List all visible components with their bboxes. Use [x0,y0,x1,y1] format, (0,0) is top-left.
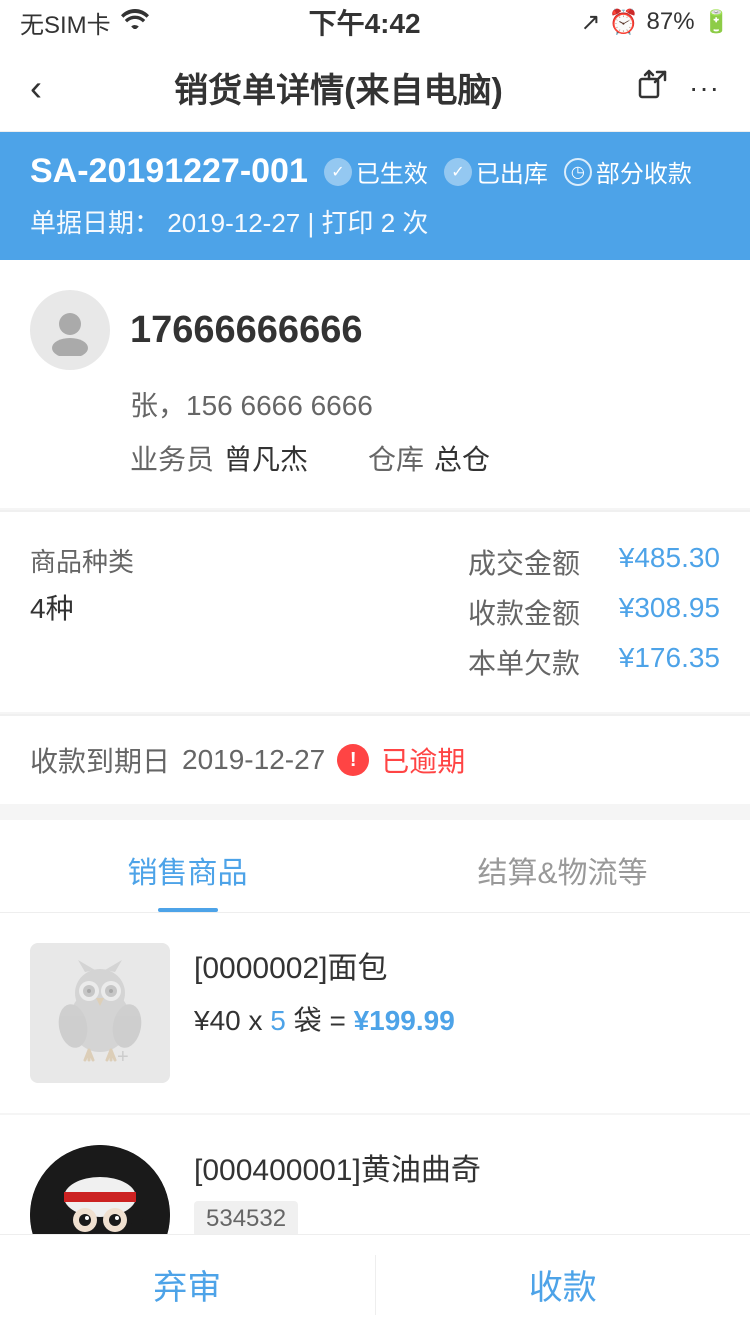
salesman-item: 业务员 曾凡杰 [130,438,308,478]
cancel-audit-button[interactable]: 弃审 [0,1235,375,1334]
wifi-icon [121,8,149,36]
check-icon-1: ✓ [324,158,352,186]
warehouse-label: 仓库 [368,438,424,478]
receipt-value: ¥308.95 [600,592,720,632]
svg-text:+: + [117,1046,129,1068]
more-icon[interactable]: ··· [689,72,720,104]
stats-right: 成交金额 ¥485.30 收款金额 ¥308.95 本单欠款 ¥176.35 [468,542,720,682]
order-banner: SA-20191227-001 ✓ 已生效 ✓ 已出库 ◷ 部分收款 单据日期：… [0,132,750,260]
clock-icon: ◷ [564,158,592,186]
carrier-text: 无SIM卡 [20,5,111,40]
battery-icon: 🔋 [703,9,730,35]
warehouse-value: 总仓 [434,438,490,478]
category-value: 4种 [30,587,134,627]
product-name-2: [000400001]黄油曲奇 [194,1145,720,1189]
tabs: 销售商品 结算&物流等 [0,820,750,913]
product-item-1: + [0000002]面包 ¥40 x 5 袋 = ¥199.99 [0,913,750,1113]
product-price-1: ¥40 x 5 袋 = ¥199.99 [194,999,720,1039]
due-date-label: 收款到期日 [30,740,170,780]
overdue-text: 已逾期 [381,740,465,780]
due-date-row: 收款到期日 2019-12-27 ! 已逾期 [0,716,750,804]
location-icon: ↗ [581,8,601,37]
debt-label: 本单欠款 [468,642,580,682]
price-total-1: ¥199.99 [354,1005,455,1036]
price-qty-1: 5 [270,1005,286,1036]
status-time: 下午4:42 [309,2,421,42]
customer-phone: 张，156 6666 6666 [30,384,720,424]
overdue-icon: ! [337,744,369,776]
product-info-1: [0000002]面包 ¥40 x 5 袋 = ¥199.99 [194,943,720,1039]
stats-card: 商品种类 4种 成交金额 ¥485.30 收款金额 ¥308.95 本单欠款 ¥… [0,512,750,712]
salesman-label: 业务员 [130,438,214,478]
battery-text: 87% [647,8,695,36]
customer-meta: 业务员 曾凡杰 仓库 总仓 [30,438,720,478]
order-date-row: 单据日期： 2019-12-27 | 打印 2 次 [30,203,720,240]
print-count: 2 [381,208,395,238]
stats-left: 商品种类 4种 [30,542,134,627]
status-left: 无SIM卡 [20,5,149,40]
nav-actions: ··· [635,67,720,109]
status-bar: 无SIM卡 下午4:42 ↗ ⏰ 87% 🔋 [0,0,750,44]
back-button[interactable]: ‹ [30,67,42,109]
bottom-bar: 弃审 收款 [0,1234,750,1334]
warehouse-item: 仓库 总仓 [368,438,490,478]
due-date-value: 2019-12-27 [182,744,325,776]
receipt-label: 收款金额 [468,592,580,632]
badge-partial-payment: ◷ 部分收款 [564,154,692,189]
order-date-value: 2019-12-27 [167,208,300,238]
alarm-icon: ⏰ [609,8,639,37]
tab-sales-products[interactable]: 销售商品 [0,820,375,912]
order-id-row: SA-20191227-001 ✓ 已生效 ✓ 已出库 ◷ 部分收款 [30,152,720,191]
salesman-value: 曾凡杰 [224,438,308,478]
product-thumb-1: + [30,943,170,1083]
check-icon-2: ✓ [444,158,472,186]
deal-label: 成交金额 [468,542,580,582]
price-base-1: ¥40 [194,1005,241,1036]
customer-card: 17666666666 张，156 6666 6666 业务员 曾凡杰 仓库 总… [0,260,750,508]
debt-value: ¥176.35 [600,642,720,682]
receipt-amount-row: 收款金额 ¥308.95 [468,592,720,632]
page-title: 销货单详情(来自电脑) [174,63,503,112]
collect-payment-button[interactable]: 收款 [376,1235,750,1334]
deal-value: ¥485.30 [600,542,720,582]
status-right: ↗ ⏰ 87% 🔋 [581,8,730,37]
nav-bar: ‹ 销货单详情(来自电脑) ··· [0,44,750,132]
tab-settlement[interactable]: 结算&物流等 [375,820,750,912]
product-sku-2: 534532 [194,1201,298,1237]
customer-top: 17666666666 [30,290,720,370]
badge-shipped: ✓ 已出库 [444,154,548,189]
debt-amount-row: 本单欠款 ¥176.35 [468,642,720,682]
badge-effective: ✓ 已生效 [324,154,428,189]
category-label: 商品种类 [30,542,134,579]
deal-amount-row: 成交金额 ¥485.30 [468,542,720,582]
product-name-1: [0000002]面包 [194,943,720,987]
share-icon[interactable] [635,67,669,109]
order-id: SA-20191227-001 [30,152,308,191]
customer-id: 17666666666 [130,309,362,352]
avatar [30,290,110,370]
